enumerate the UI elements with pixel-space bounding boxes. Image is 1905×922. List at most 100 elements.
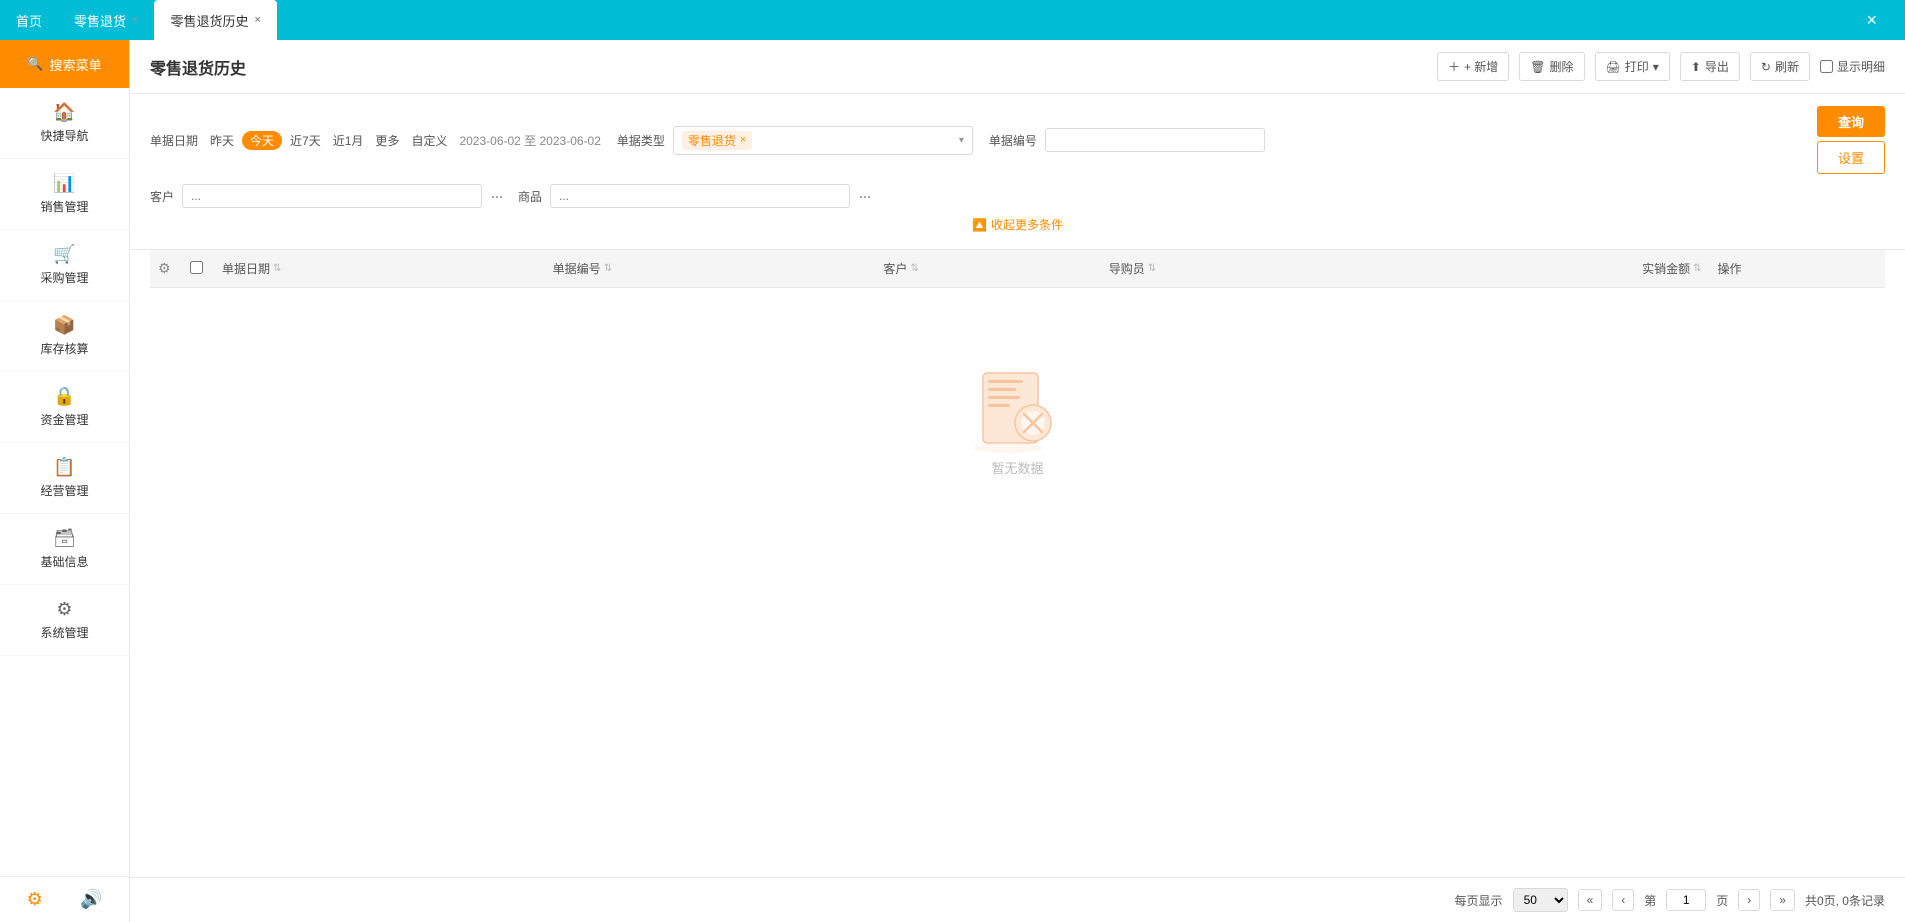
col-number: 单据编号 ⇅ [545,250,876,288]
goods-ellipsis[interactable]: ··· [858,186,870,207]
print-label: 打印 [1625,58,1649,75]
date-btn-yesterday[interactable]: 昨天 [206,131,238,150]
sidebar-item-system-mgmt[interactable]: ⚙ 系统管理 [0,585,129,656]
date-btn-more[interactable]: 更多 [371,131,403,150]
display-detail-input[interactable] [1820,60,1833,73]
delete-icon: 🗑 [1530,60,1545,74]
sidebar-item-quick-nav[interactable]: 🏠 快捷导航 [0,88,129,159]
display-detail-checkbox[interactable]: 显示明细 [1820,58,1885,75]
sidebar-footer: ⚙ 🔊 [0,876,129,922]
table-head: ⚙ 单据日期 ⇅ 单据编号 [150,250,1885,288]
col-customer-sort-icon: ⇅ [910,264,918,274]
sidebar-item-purchase-mgmt-label: 采购管理 [40,269,88,286]
sidebar-search[interactable]: 🔍 搜索菜单 [0,40,129,88]
refresh-label: 刷新 [1775,58,1799,75]
next-page-button[interactable]: › [1738,889,1760,911]
sidebar-item-basic-info[interactable]: 🗃 基础信息 [0,514,129,585]
prev-page-button[interactable]: ‹ [1612,889,1634,911]
voucher-type-dropdown-arrow: ▾ [959,135,964,146]
sidebar-settings-icon[interactable]: ⚙ [27,889,43,910]
date-filter-label: 单据日期 [150,132,198,149]
date-btn-last7[interactable]: 近7天 [286,131,325,150]
select-all-checkbox[interactable] [190,261,203,274]
voucher-number-filter: 单据编号 [989,128,1265,152]
col-amount-sort[interactable]: 实销金额 ⇅ [1387,260,1702,277]
date-btn-custom[interactable]: 自定义 [407,131,451,150]
col-guide-sort[interactable]: 导购员 ⇅ [1109,260,1371,277]
setting-button[interactable]: 设置 [1817,141,1885,174]
query-button[interactable]: 查询 [1817,106,1885,137]
voucher-type-input[interactable]: 零售退货 × ▾ [673,126,973,155]
last-page-button[interactable]: » [1770,889,1795,911]
page-label: 第 [1644,892,1656,909]
empty-text: 暂无数据 [991,458,1043,477]
query-action-area: 查询 设置 [1817,106,1885,174]
date-btn-today[interactable]: 今天 [242,131,282,150]
refresh-button[interactable]: ↻ 刷新 [1750,52,1810,81]
top-bar: 首页 零售退货 × 零售退货历史 × × [0,0,1905,40]
window-close-button[interactable]: × [1854,10,1889,31]
sidebar-item-operations-label: 经营管理 [40,482,88,499]
total-info: 共0页, 0条记录 [1805,892,1885,909]
search-icon: 🔍 [27,56,43,72]
purchase-icon: 🛒 [53,244,75,265]
sidebar-item-inventory[interactable]: 📦 库存核算 [0,301,129,372]
page-header: 零售退货历史 ＋ + 新增 🗑 删除 🖨 打印 ▾ ⬆ 导出 [130,40,1905,94]
col-amount: 实销金额 ⇅ [1379,250,1710,288]
sidebar-item-finance[interactable]: 🔒 资金管理 [0,372,129,443]
table-settings-icon[interactable]: ⚙ [158,260,171,276]
sidebar-item-operations[interactable]: 📋 经营管理 [0,443,129,514]
tab-retail-return-history-label: 零售退货历史 [170,11,248,30]
tab-home[interactable]: 首页 [0,0,58,40]
voucher-type-filter: 单据类型 零售退货 × ▾ [617,126,973,155]
first-page-button[interactable]: « [1578,889,1603,911]
customer-input[interactable] [182,184,482,208]
sidebar-item-sales-mgmt-label: 销售管理 [40,198,88,215]
customer-filter: 客户 ··· [150,184,502,208]
voucher-type-tag-value: 零售退货 [688,132,736,149]
date-btn-last-month[interactable]: 近1月 [329,131,368,150]
sidebar-item-sales-mgmt[interactable]: 📊 销售管理 [0,159,129,230]
voucher-type-tag-close[interactable]: × [740,134,746,146]
main-layout: 🔍 搜索菜单 🏠 快捷导航 📊 销售管理 🛒 采购管理 📦 库存核算 🔒 资金管… [0,40,1905,922]
delete-button[interactable]: 🗑 删除 [1519,52,1584,81]
sidebar-speaker-icon[interactable]: 🔊 [80,889,102,910]
sidebar: 🔍 搜索菜单 🏠 快捷导航 📊 销售管理 🛒 采购管理 📦 库存核算 🔒 资金管… [0,40,130,922]
col-number-sort-icon: ⇅ [604,264,612,274]
sidebar-item-purchase-mgmt[interactable]: 🛒 采购管理 [0,230,129,301]
col-customer-sort[interactable]: 客户 ⇅ [883,260,1092,277]
data-table: ⚙ 单据日期 ⇅ 单据编号 [150,250,1885,557]
col-date-sort[interactable]: 单据日期 ⇅ [222,260,537,277]
customer-ellipsis[interactable]: ··· [490,186,502,207]
tab-retail-return-history-close[interactable]: × [254,14,260,26]
tab-retail-return-history[interactable]: 零售退货历史 × [154,0,276,40]
tab-retail-return[interactable]: 零售退货 × [58,0,154,40]
inventory-icon: 📦 [53,315,75,336]
col-checkbox [182,250,214,288]
col-guide-sort-icon: ⇅ [1148,264,1156,274]
sidebar-item-inventory-label: 库存核算 [40,340,88,357]
page-number-input[interactable] [1666,889,1706,911]
tab-retail-return-close[interactable]: × [132,14,138,26]
goods-filter: 商品 ··· [518,184,870,208]
export-button[interactable]: ⬆ 导出 [1680,52,1740,81]
tab-retail-return-label: 零售退货 [74,11,126,30]
goods-input[interactable] [550,184,850,208]
col-date: 单据日期 ⇅ [214,250,545,288]
page-size-select[interactable]: 20 50 100 [1513,888,1568,912]
top-bar-right: × [1854,10,1905,31]
col-number-sort[interactable]: 单据编号 ⇅ [553,260,868,277]
page-size-label: 每页显示 [1455,892,1503,909]
col-action-label: 操作 [1717,262,1741,276]
collapse-button[interactable]: 🔼 收起更多条件 [972,212,1063,237]
print-button[interactable]: 🖨 打印 ▾ [1595,52,1670,81]
voucher-number-input[interactable] [1045,128,1265,152]
customer-filter-label: 客户 [150,188,174,205]
print-dropdown-icon: ▾ [1653,60,1659,74]
display-detail-label: 显示明细 [1837,58,1885,75]
new-button[interactable]: ＋ + 新增 [1437,52,1509,81]
filter-row-2: 客户 ··· 商品 ··· [150,184,1885,208]
date-quick-btns: 昨天 今天 近7天 近1月 更多 自定义 [206,131,451,150]
empty-state-row: 暂无数据 [150,288,1885,558]
sidebar-search-label: 搜索菜单 [50,55,102,74]
